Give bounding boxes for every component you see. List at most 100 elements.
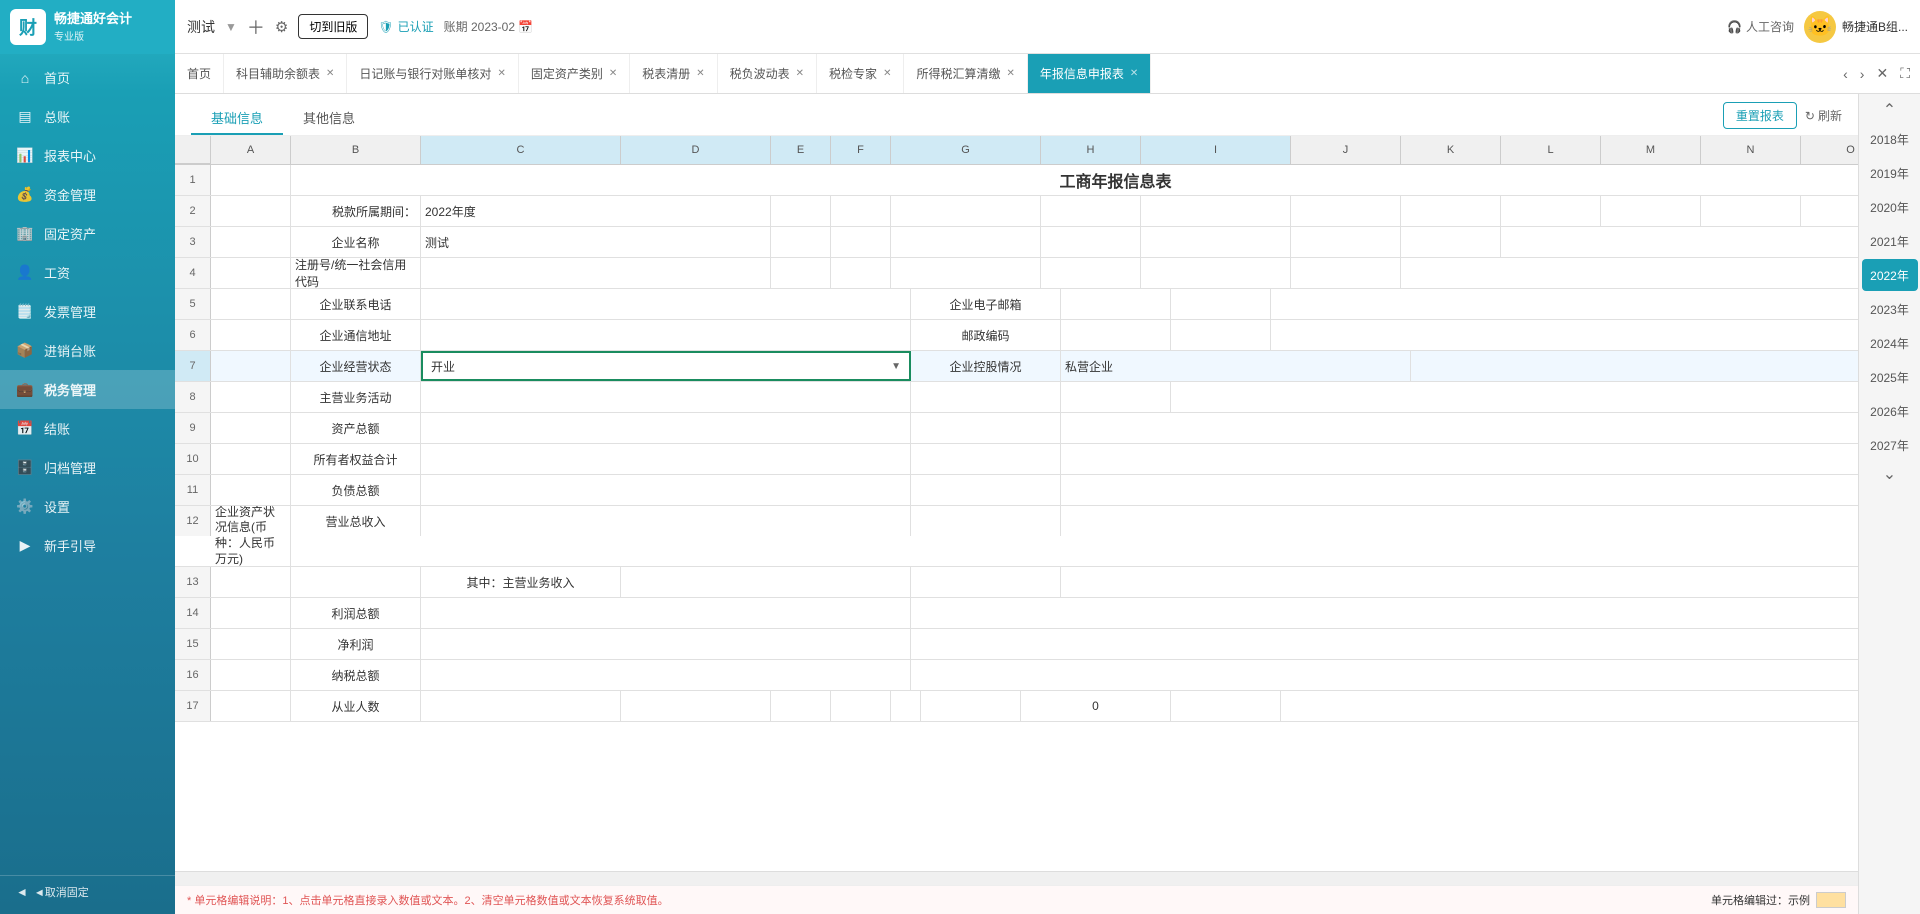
cell-13-D[interactable] <box>621 567 911 597</box>
tab-close-icon[interactable]: ✕ <box>497 68 505 79</box>
cell-8-B[interactable]: 主营业务活动 <box>291 382 421 412</box>
cell-3-I[interactable] <box>1141 227 1291 257</box>
cell-2-N[interactable] <box>1701 196 1801 226</box>
cell-5-B[interactable]: 企业联系电话 <box>291 289 421 319</box>
cell-17-J[interactable] <box>1171 691 1281 721</box>
sidebar-item-home[interactable]: ⌂ 首页 <box>0 58 175 97</box>
cell-1-A[interactable] <box>211 165 291 195</box>
cell-2-C[interactable]: 2022年度 <box>421 196 771 226</box>
cell-8-K[interactable] <box>1061 382 1171 412</box>
cell-17-F[interactable] <box>831 691 891 721</box>
cell-8-C[interactable] <box>421 382 911 412</box>
cell-12-J[interactable] <box>911 506 1061 536</box>
year-item-2018[interactable]: 2018年 <box>1862 123 1918 155</box>
tab-taxcheck[interactable]: 税检专家 ✕ <box>817 54 904 94</box>
cell-7-A[interactable] <box>211 351 291 381</box>
year-item-2025[interactable]: 2025年 <box>1862 361 1918 393</box>
reset-report-button[interactable]: 重置报表 <box>1723 102 1797 129</box>
cell-17-G[interactable] <box>891 691 921 721</box>
tab-prev-button[interactable]: ‹ <box>1839 64 1852 84</box>
cell-13-A[interactable] <box>211 567 291 597</box>
year-scroll-down-button[interactable]: ⌄ <box>1870 462 1910 486</box>
cell-2-F[interactable] <box>831 196 891 226</box>
cell-14-B[interactable]: 利润总额 <box>291 598 421 628</box>
sidebar-item-ledger[interactable]: ▤ 总账 <box>0 97 175 136</box>
cell-16-A[interactable] <box>211 660 291 690</box>
cell-8-A[interactable] <box>211 382 291 412</box>
cell-2-E[interactable] <box>771 196 831 226</box>
tab-next-button[interactable]: › <box>1856 64 1869 84</box>
cell-15-B[interactable]: 净利润 <box>291 629 421 659</box>
cell-6-L[interactable] <box>1171 320 1271 350</box>
cell-3-K[interactable] <box>1401 227 1501 257</box>
cell-11-C[interactable] <box>421 475 911 505</box>
year-scroll-up-button[interactable]: ⌃ <box>1870 98 1910 122</box>
cell-11-A[interactable] <box>211 475 291 505</box>
cell-6-K[interactable] <box>1061 320 1171 350</box>
cell-3-C[interactable]: 测试 <box>421 227 771 257</box>
cell-7-B[interactable]: 企业经营状态 <box>291 351 421 381</box>
cell-17-H[interactable] <box>921 691 1021 721</box>
cell-2-K[interactable] <box>1401 196 1501 226</box>
year-item-2021[interactable]: 2021年 <box>1862 225 1918 257</box>
cell-2-I[interactable] <box>1141 196 1291 226</box>
sidebar-item-invoice[interactable]: 🗒️ 发票管理 <box>0 292 175 331</box>
customer-service-button[interactable]: 🎧 人工咨询 <box>1727 18 1794 35</box>
cell-17-C[interactable] <box>421 691 621 721</box>
cell-9-C[interactable] <box>421 413 911 443</box>
year-item-2026[interactable]: 2026年 <box>1862 395 1918 427</box>
cell-4-E[interactable] <box>771 258 831 288</box>
cell-13-B[interactable] <box>291 567 421 597</box>
cell-11-J[interactable] <box>911 475 1061 505</box>
tab-close-icon[interactable]: ✕ <box>883 68 891 79</box>
cell-14-C[interactable] <box>421 598 911 628</box>
cell-4-C[interactable] <box>421 258 771 288</box>
cell-6-C[interactable] <box>421 320 911 350</box>
cell-2-L[interactable] <box>1501 196 1601 226</box>
sidebar-item-stock[interactable]: 📦 进销台账 <box>0 331 175 370</box>
cell-17-B[interactable]: 从业人数 <box>291 691 421 721</box>
cell-17-D[interactable] <box>621 691 771 721</box>
cell-7-J[interactable]: 企业控股情况 <box>911 351 1061 381</box>
sidebar-item-settings[interactable]: ⚙️ 设置 <box>0 487 175 526</box>
cell-4-G[interactable] <box>891 258 1041 288</box>
spreadsheet-wrapper[interactable]: A B C D E F G H I J K L M N O <box>175 136 1858 871</box>
sidebar-item-report[interactable]: 📊 报表中心 <box>0 136 175 175</box>
cell-17-I[interactable]: 0 <box>1021 691 1171 721</box>
cell-10-A[interactable] <box>211 444 291 474</box>
switch-old-version-button[interactable]: 切到旧版 <box>298 14 368 39</box>
cell-3-F[interactable] <box>831 227 891 257</box>
cell-10-C[interactable] <box>421 444 911 474</box>
cell-2-J[interactable] <box>1291 196 1401 226</box>
year-item-2023[interactable]: 2023年 <box>1862 293 1918 325</box>
cell-3-B[interactable]: 企业名称 <box>291 227 421 257</box>
cell-3-H[interactable] <box>1041 227 1141 257</box>
tab-annualreport[interactable]: 年报信息申报表 ✕ <box>1028 54 1151 94</box>
cell-7-C-dropdown[interactable]: 开业 ▼ <box>421 351 911 381</box>
tab-close-icon[interactable]: ✕ <box>1006 68 1014 79</box>
cell-14-A[interactable] <box>211 598 291 628</box>
tab-taxwave[interactable]: 税负波动表 ✕ <box>718 54 817 94</box>
cell-6-J[interactable]: 邮政编码 <box>911 320 1061 350</box>
sidebar-item-close[interactable]: 📅 结账 <box>0 409 175 448</box>
cell-9-J[interactable] <box>911 413 1061 443</box>
cell-4-F[interactable] <box>831 258 891 288</box>
cell-12-B[interactable]: 营业总收入 <box>291 506 421 536</box>
cell-4-B[interactable]: 注册号/统一社会信用代码 <box>291 258 421 288</box>
cell-15-A[interactable] <box>211 629 291 659</box>
cell-10-B[interactable]: 所有者权益合计 <box>291 444 421 474</box>
refresh-button[interactable]: ↻ 刷新 <box>1805 107 1842 124</box>
cell-2-O[interactable] <box>1801 196 1858 226</box>
cell-3-E[interactable] <box>771 227 831 257</box>
topbar-settings-icon[interactable]: ⚙ <box>275 18 288 36</box>
cell-9-A[interactable] <box>211 413 291 443</box>
cell-16-C[interactable] <box>421 660 911 690</box>
tab-journal[interactable]: 日记账与银行对账单核对 ✕ <box>347 54 518 94</box>
tab-close-icon[interactable]: ✕ <box>326 68 334 79</box>
cell-1-title[interactable]: 工商年报信息表 <box>291 165 1858 195</box>
cell-3-G[interactable] <box>891 227 1041 257</box>
cell-12-C[interactable] <box>421 506 911 536</box>
tab-close-icon[interactable]: ✕ <box>796 68 804 79</box>
cell-17-A[interactable] <box>211 691 291 721</box>
cell-3-J[interactable] <box>1291 227 1401 257</box>
